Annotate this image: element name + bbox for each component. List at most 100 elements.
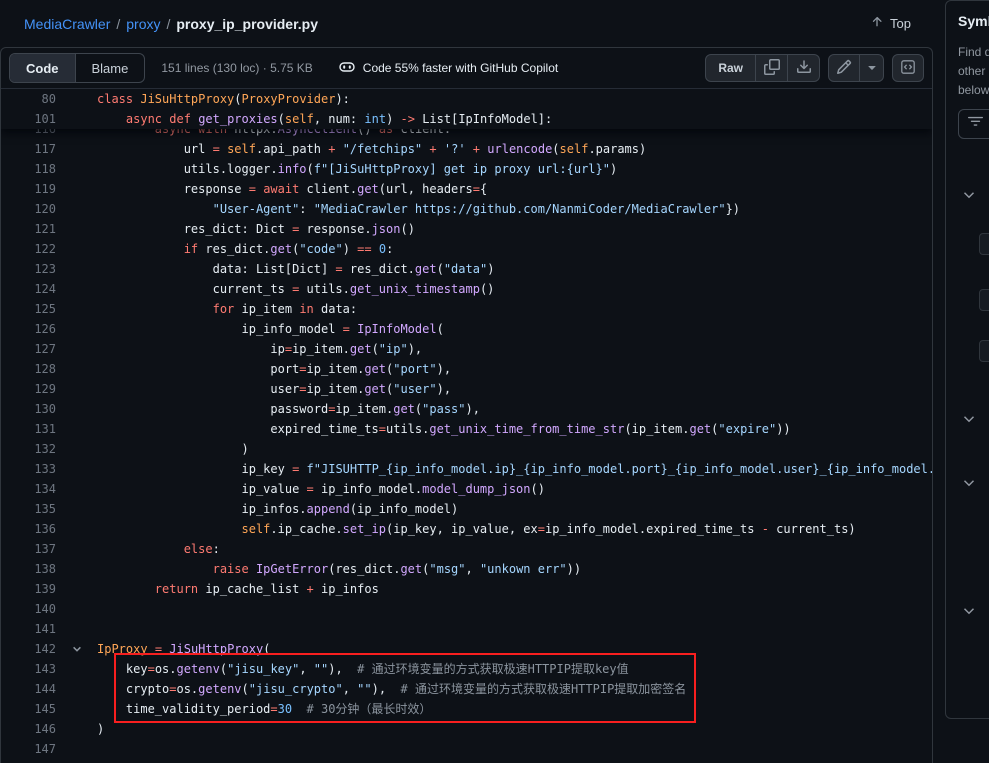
line-number[interactable]: 146 bbox=[1, 719, 56, 739]
line-number[interactable]: 136 bbox=[1, 519, 56, 539]
fold-gutter bbox=[56, 139, 97, 159]
code-text: raise IpGetError(res_dict.get("msg", "un… bbox=[97, 559, 932, 579]
back-to-top-button[interactable]: Top bbox=[862, 11, 919, 36]
line-number[interactable]: 143 bbox=[1, 659, 56, 679]
chevron-down-icon bbox=[864, 59, 880, 78]
code-line: 129 user=ip_item.get("user"), bbox=[1, 379, 932, 399]
fold-gutter bbox=[56, 399, 97, 419]
code-text: key=os.getenv("jisu_key", ""), # 通过环境变量的… bbox=[97, 659, 932, 679]
code-text: ) bbox=[97, 439, 932, 459]
symbol-kind-badge[interactable] bbox=[979, 233, 989, 255]
code-text: user=ip_item.get("user"), bbox=[97, 379, 932, 399]
code-line: 143 key=os.getenv("jisu_key", ""), # 通过环… bbox=[1, 659, 932, 679]
tab-code[interactable]: Code bbox=[10, 54, 76, 82]
symbol-expander-chevron-icon[interactable] bbox=[961, 475, 977, 491]
code-line: 134 ip_value = ip_info_model.model_dump_… bbox=[1, 479, 932, 499]
breadcrumb-folder-link[interactable]: proxy bbox=[126, 16, 160, 32]
line-number[interactable]: 125 bbox=[1, 299, 56, 319]
raw-button[interactable]: Raw bbox=[705, 54, 756, 82]
line-number[interactable]: 144 bbox=[1, 679, 56, 699]
file-content-box: Code Blame 151 lines (130 loc) · 5.75 KB… bbox=[0, 47, 933, 763]
line-number[interactable]: 126 bbox=[1, 319, 56, 339]
line-number[interactable]: 132 bbox=[1, 439, 56, 459]
symbol-kind-badge[interactable] bbox=[979, 340, 989, 362]
filter-symbols-input[interactable] bbox=[958, 109, 989, 139]
line-number[interactable]: 117 bbox=[1, 139, 56, 159]
fold-gutter bbox=[56, 359, 97, 379]
line-number[interactable]: 118 bbox=[1, 159, 56, 179]
line-number[interactable]: 138 bbox=[1, 559, 56, 579]
line-number[interactable]: 119 bbox=[1, 179, 56, 199]
code-text: expired_time_ts=utils.get_unix_time_from… bbox=[97, 419, 932, 439]
line-number[interactable]: 147 bbox=[1, 739, 56, 759]
code-text: utils.logger.info(f"[JiSuHttpProxy] get … bbox=[97, 159, 932, 179]
code-text: async def get_proxies(self, num: int) ->… bbox=[97, 109, 932, 129]
line-number[interactable]: 140 bbox=[1, 599, 56, 619]
line-number[interactable]: 141 bbox=[1, 619, 56, 639]
edit-button[interactable] bbox=[828, 54, 860, 82]
line-number[interactable]: 120 bbox=[1, 199, 56, 219]
top-button-label: Top bbox=[890, 16, 911, 31]
symbols-panel: Symbols Find definitions and references … bbox=[945, 0, 989, 719]
fold-toggle-icon[interactable] bbox=[56, 639, 97, 659]
symbol-kind-badge[interactable] bbox=[979, 289, 989, 311]
fold-gutter bbox=[56, 109, 97, 129]
symbol-expander-chevron-icon[interactable] bbox=[961, 603, 977, 619]
line-number[interactable]: 139 bbox=[1, 579, 56, 599]
code-text bbox=[97, 599, 932, 619]
fold-gutter bbox=[56, 299, 97, 319]
code-text bbox=[97, 739, 932, 759]
line-number[interactable]: 122 bbox=[1, 239, 56, 259]
line-number[interactable]: 121 bbox=[1, 219, 56, 239]
line-number[interactable]: 128 bbox=[1, 359, 56, 379]
fold-gutter bbox=[56, 539, 97, 559]
code-line: 132 ) bbox=[1, 439, 932, 459]
line-number[interactable]: 135 bbox=[1, 499, 56, 519]
symbol-expander-chevron-icon[interactable] bbox=[961, 187, 977, 203]
description-line: below. bbox=[958, 81, 989, 100]
line-number[interactable]: 142 bbox=[1, 639, 56, 659]
fold-gutter bbox=[56, 279, 97, 299]
download-button[interactable] bbox=[788, 54, 820, 82]
code-text: ip=ip_item.get("ip"), bbox=[97, 339, 932, 359]
line-number[interactable]: 130 bbox=[1, 399, 56, 419]
tab-blame[interactable]: Blame bbox=[76, 54, 145, 82]
symbols-panel-toggle-button[interactable] bbox=[892, 54, 924, 82]
fold-gutter bbox=[56, 419, 97, 439]
fold-gutter bbox=[56, 319, 97, 339]
line-number[interactable]: 123 bbox=[1, 259, 56, 279]
code-line: 128 port=ip_item.get("port"), bbox=[1, 359, 932, 379]
line-number[interactable]: 80 bbox=[1, 89, 56, 109]
symbol-expander-chevron-icon[interactable] bbox=[961, 411, 977, 427]
pencil-icon bbox=[836, 59, 852, 78]
code-text: current_ts = utils.get_unix_timestamp() bbox=[97, 279, 932, 299]
symbols-panel-icon bbox=[900, 59, 916, 78]
copy-button[interactable] bbox=[756, 54, 788, 82]
edit-dropdown-button[interactable] bbox=[860, 54, 884, 82]
code-text: return ip_cache_list + ip_infos bbox=[97, 579, 932, 599]
code-line: 147 bbox=[1, 739, 932, 759]
line-number[interactable]: 101 bbox=[1, 109, 56, 129]
code-line: 122 if res_dict.get("code") == 0: bbox=[1, 239, 932, 259]
code-line: 135 ip_infos.append(ip_info_model) bbox=[1, 499, 932, 519]
fold-gutter bbox=[56, 219, 97, 239]
line-number[interactable]: 124 bbox=[1, 279, 56, 299]
line-number[interactable]: 127 bbox=[1, 339, 56, 359]
code-line: 137 else: bbox=[1, 539, 932, 559]
line-number[interactable]: 134 bbox=[1, 479, 56, 499]
line-number[interactable]: 137 bbox=[1, 539, 56, 559]
breadcrumb-bar: MediaCrawler/proxy/proxy_ip_provider.py … bbox=[0, 0, 933, 47]
code-line: 131 expired_time_ts=utils.get_unix_time_… bbox=[1, 419, 932, 439]
fold-gutter bbox=[56, 259, 97, 279]
breadcrumb-repo-link[interactable]: MediaCrawler bbox=[24, 16, 110, 32]
fold-gutter bbox=[56, 179, 97, 199]
code-text: ) bbox=[97, 719, 932, 739]
line-number[interactable]: 129 bbox=[1, 379, 56, 399]
fold-gutter bbox=[56, 459, 97, 479]
line-number[interactable]: 131 bbox=[1, 419, 56, 439]
code-text: else: bbox=[97, 539, 932, 559]
copilot-icon bbox=[339, 59, 355, 78]
line-number[interactable]: 133 bbox=[1, 459, 56, 479]
fold-gutter bbox=[56, 479, 97, 499]
line-number[interactable]: 145 bbox=[1, 699, 56, 719]
